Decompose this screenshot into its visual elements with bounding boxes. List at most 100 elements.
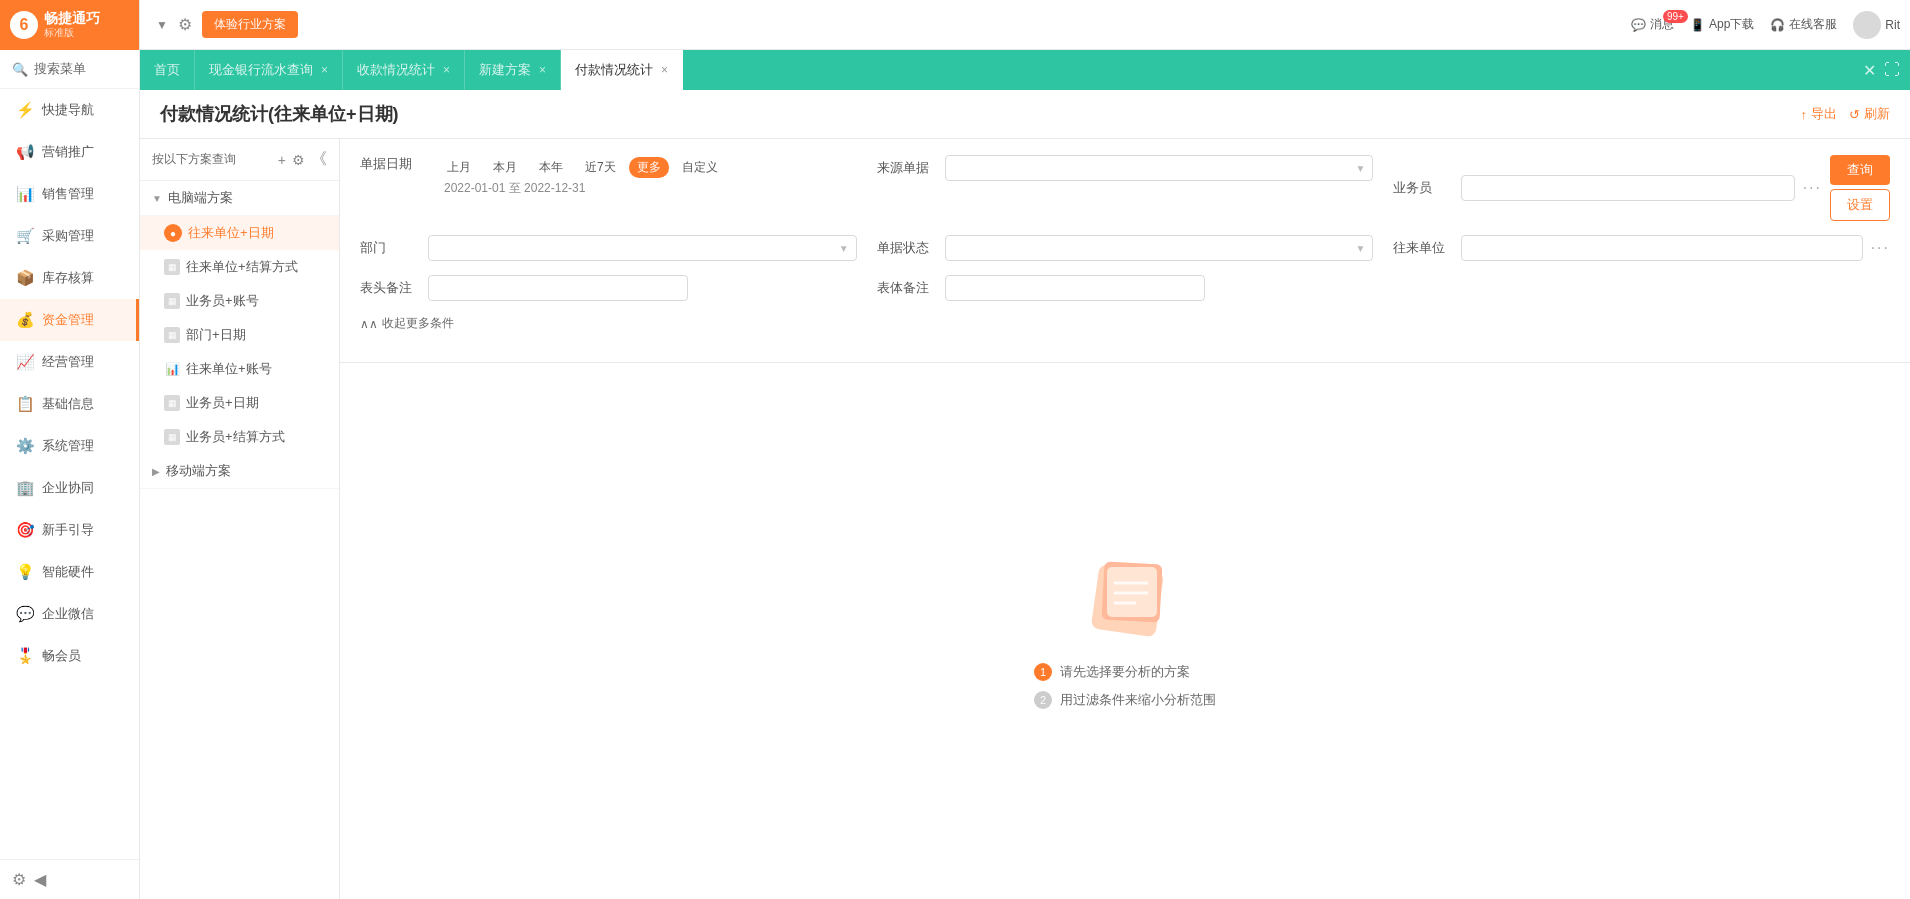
date-tab-last-month[interactable]: 上月 (438, 155, 480, 180)
tab-home[interactable]: 首页 (140, 50, 195, 90)
empty-step-2: 2 用过滤条件来缩小分析范围 (1034, 691, 1216, 709)
refresh-icon: ↺ (1849, 107, 1860, 122)
scheme-item-dept-date[interactable]: ▦ 部门+日期 (140, 318, 339, 352)
staff-more-icon[interactable]: ··· (1803, 179, 1822, 197)
sidebar-item-purchase[interactable]: 🛒 采购管理 (0, 215, 139, 257)
sidebar-item-system[interactable]: ⚙️ 系统管理 (0, 425, 139, 467)
tabs-expand-icon[interactable]: ⛶ (1884, 61, 1900, 79)
add-scheme-icon[interactable]: + (278, 152, 286, 168)
collapse-filter-button[interactable]: ∧∧ 收起更多条件 (360, 307, 1890, 340)
scheme-item-staff-account[interactable]: ▦ 业务员+账号 (140, 284, 339, 318)
sidebar-item-wechat[interactable]: 💬 企业微信 (0, 593, 139, 635)
query-button[interactable]: 查询 (1830, 155, 1890, 185)
staff-input[interactable] (1461, 175, 1794, 201)
scheme-icon-unit-account: 📊 (164, 361, 180, 377)
sidebar-search[interactable]: 🔍 搜索菜单 (0, 50, 139, 89)
left-panel-header-actions: + ⚙ 《 (278, 149, 327, 170)
search-icon: 🔍 (12, 62, 28, 77)
tab-payment-stats-close[interactable]: × (661, 63, 668, 77)
header-user[interactable]: Rit (1853, 11, 1900, 39)
unit-label: 往来单位 (1393, 239, 1453, 257)
sidebar-item-quick-nav[interactable]: ⚡ 快捷导航 (0, 89, 139, 131)
tab-new-scheme[interactable]: 新建方案 × (465, 50, 561, 90)
scheme-item-staff-date[interactable]: ▦ 业务员+日期 (140, 386, 339, 420)
sidebar-item-smart-hw[interactable]: 💡 智能硬件 (0, 551, 139, 593)
dept-input[interactable] (428, 235, 857, 261)
content-area: 按以下方案查询 + ⚙ 《 ▼ 电脑端方案 ● 往来单位+日期 ▦ (140, 139, 1910, 899)
sidebar-item-label: 企业协同 (42, 479, 94, 497)
unit-more-icon[interactable]: ··· (1871, 239, 1890, 257)
sidebar-item-marketing[interactable]: 📢 营销推广 (0, 131, 139, 173)
sidebar-item-sales[interactable]: 📊 销售管理 (0, 173, 139, 215)
tab-bank-flow[interactable]: 现金银行流水查询 × (195, 50, 343, 90)
collapse-panel-icon[interactable]: 《 (311, 149, 327, 170)
member-icon: 🎖️ (16, 647, 34, 665)
tab-payment-stats[interactable]: 付款情况统计 × (561, 50, 683, 90)
header: ▼ ⚙ 体验行业方案 💬 消息 99+ 📱 App下载 🎧 在线客服 Rit (140, 0, 1910, 50)
source-dropdown-icon: ▼ (1355, 163, 1365, 174)
export-button[interactable]: ↑ 导出 (1801, 105, 1838, 123)
filter-collapse-row: ∧∧ 收起更多条件 (360, 301, 1890, 346)
scheme-item-staff-settlement[interactable]: ▦ 业务员+结算方式 (140, 420, 339, 454)
mobile-group-header[interactable]: ▶ 移动端方案 (140, 454, 339, 489)
date-tab-more[interactable]: 更多 (629, 157, 669, 178)
search-label: 搜索菜单 (34, 60, 86, 78)
page-header: 付款情况统计(往来单位+日期) ↑ 导出 ↺ 刷新 (140, 90, 1910, 139)
body-remark-input[interactable] (945, 275, 1205, 301)
scheme-item-unit-date[interactable]: ● 往来单位+日期 (140, 216, 339, 250)
sidebar-item-finance[interactable]: 💰 资金管理 (0, 299, 139, 341)
sidebar-item-operation[interactable]: 📈 经营管理 (0, 341, 139, 383)
tabs-actions: ✕ ⛶ (1853, 50, 1910, 90)
scheme-label-unit-date: 往来单位+日期 (188, 224, 274, 242)
date-tab-7days[interactable]: 近7天 (576, 155, 625, 180)
sidebar-item-inventory[interactable]: 📦 库存核算 (0, 257, 139, 299)
sidebar-item-label: 营销推广 (42, 143, 94, 161)
header-dropdown[interactable]: ▼ (156, 18, 168, 32)
doc-status-input[interactable] (945, 235, 1374, 261)
scheme-label-staff-date: 业务员+日期 (186, 394, 259, 412)
source-input[interactable] (945, 155, 1374, 181)
system-icon: ⚙️ (16, 437, 34, 455)
trial-button[interactable]: 体验行业方案 (202, 11, 298, 38)
username: Rit (1885, 18, 1900, 32)
tab-bank-flow-close[interactable]: × (321, 63, 328, 77)
settings-button[interactable]: 设置 (1830, 189, 1890, 221)
tabs-close-all-icon[interactable]: ✕ (1863, 61, 1876, 80)
scheme-item-unit-settlement[interactable]: ▦ 往来单位+结算方式 (140, 250, 339, 284)
date-tab-this-year[interactable]: 本年 (530, 155, 572, 180)
sidebar-item-basic-info[interactable]: 📋 基础信息 (0, 383, 139, 425)
header-settings-icon[interactable]: ⚙ (178, 15, 192, 34)
header-msg[interactable]: 💬 消息 99+ (1631, 16, 1674, 33)
mobile-group-arrow: ▶ (152, 466, 160, 477)
tab-receipt-stats-close[interactable]: × (443, 63, 450, 77)
settings-scheme-icon[interactable]: ⚙ (292, 152, 305, 168)
sidebar-item-enterprise[interactable]: 🏢 企业协同 (0, 467, 139, 509)
header-app-download[interactable]: 📱 App下载 (1690, 16, 1754, 33)
sidebar-settings-btn[interactable]: ⚙ (12, 870, 26, 889)
wechat-icon: 💬 (16, 605, 34, 623)
unit-input[interactable] (1461, 235, 1862, 261)
sidebar-item-guide[interactable]: 🎯 新手引导 (0, 509, 139, 551)
tab-new-scheme-close[interactable]: × (539, 63, 546, 77)
desktop-group-header[interactable]: ▼ 电脑端方案 (140, 181, 339, 216)
date-tab-custom[interactable]: 自定义 (673, 155, 727, 180)
app-name: 畅捷通巧 (44, 10, 100, 27)
refresh-button[interactable]: ↺ 刷新 (1849, 105, 1890, 123)
empty-state: 1 请先选择要分析的方案 2 用过滤条件来缩小分析范围 (340, 363, 1910, 899)
date-tab-this-month[interactable]: 本月 (484, 155, 526, 180)
desktop-group-arrow: ▼ (152, 193, 162, 204)
sidebar-item-member[interactable]: 🎖️ 畅会员 (0, 635, 139, 677)
header-logo-area: ▼ (150, 18, 168, 32)
step-2-text: 用过滤条件来缩小分析范围 (1060, 691, 1216, 709)
desktop-scheme-group: ▼ 电脑端方案 ● 往来单位+日期 ▦ 往来单位+结算方式 ▦ 业务员+账号 ▦ (140, 181, 339, 454)
smart-hw-icon: 💡 (16, 563, 34, 581)
tab-home-label: 首页 (154, 61, 180, 79)
tab-bank-flow-label: 现金银行流水查询 (209, 61, 313, 79)
header-service[interactable]: 🎧 在线客服 (1770, 16, 1837, 33)
sidebar-item-label: 经营管理 (42, 353, 94, 371)
header-remark-input[interactable] (428, 275, 688, 301)
sidebar-collapse-btn[interactable]: ◀ (34, 870, 46, 889)
tab-receipt-stats[interactable]: 收款情况统计 × (343, 50, 465, 90)
empty-step-1: 1 请先选择要分析的方案 (1034, 663, 1216, 681)
scheme-item-unit-account[interactable]: 📊 往来单位+账号 (140, 352, 339, 386)
